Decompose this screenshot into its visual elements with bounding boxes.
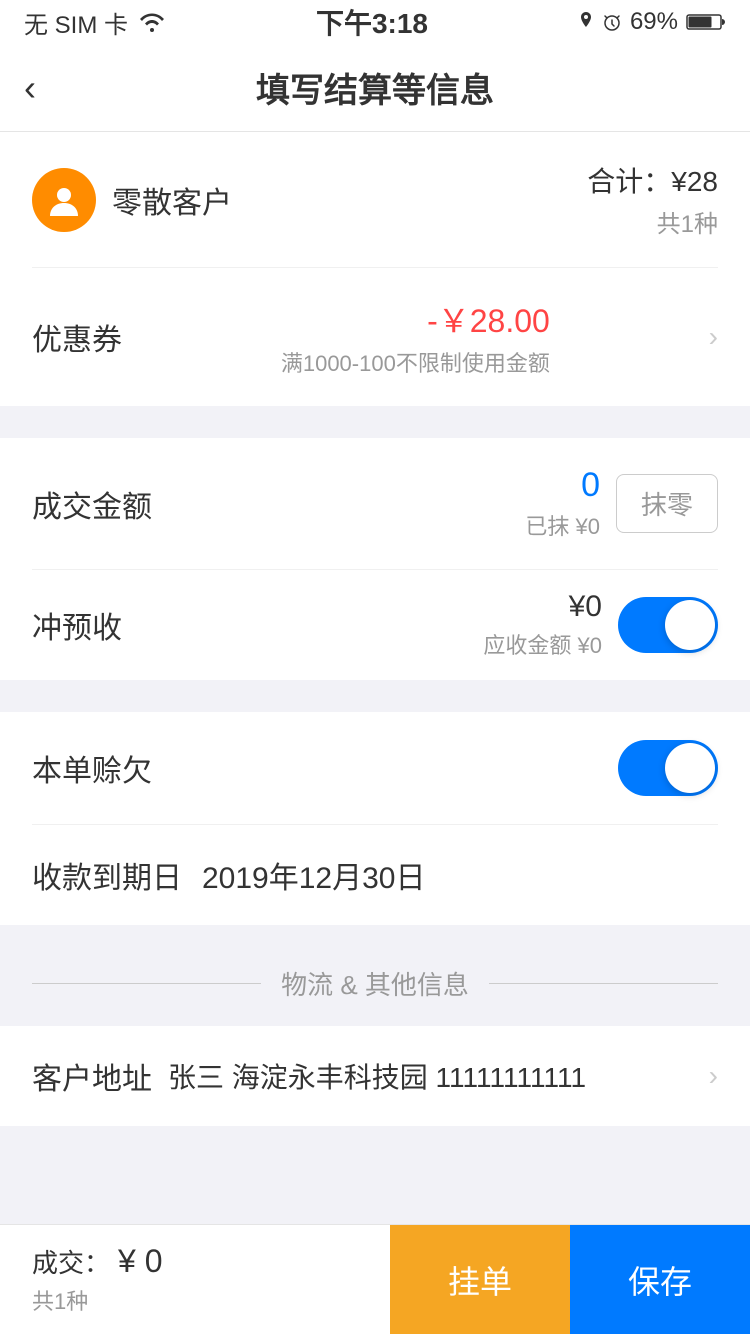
status-left: 无 SIM 卡 [24, 5, 166, 40]
bottom-deal-label: 成交： [32, 1243, 110, 1280]
battery-text: 69% [630, 8, 678, 36]
debt-label: 本单赊欠 [32, 746, 152, 790]
address-chevron-icon: › [709, 1060, 718, 1092]
address-card: 客户地址 张三 海淀永丰科技园 11111111111 › [0, 1026, 750, 1126]
status-time: 下午3:18 [316, 2, 428, 42]
prepay-row: 冲预收 ¥0 应收金额 ¥0 [0, 570, 750, 680]
bottom-bar: 成交： ¥ 0 共1种 挂单 保存 [0, 1224, 750, 1334]
prepay-main-amount: ¥0 [483, 590, 602, 624]
debt-row: 本单赊欠 [0, 712, 750, 824]
deal-amount-row: 成交金额 0 已抹 ¥0 抹零 [0, 438, 750, 569]
avatar [32, 168, 96, 232]
wifi-icon [138, 12, 166, 32]
coupon-label: 优惠券 [32, 315, 122, 359]
no-sim-text: 无 SIM 卡 [24, 5, 128, 40]
customer-total-wrap: 合计：¥28 共1种 [587, 160, 718, 239]
debt-card: 本单赊欠 收款到期日 2019年12月30日 [0, 712, 750, 925]
prepay-sub-amount: 应收金额 ¥0 [483, 628, 602, 660]
customer-card: 零散客户 合计：¥28 共1种 优惠券 -￥28.00 满1000-100不限制… [0, 132, 750, 406]
deal-amount-sub: 已抹 ¥0 [525, 509, 600, 541]
avatar-person-icon [46, 182, 82, 218]
deal-amount-card: 成交金额 0 已抹 ¥0 抹零 冲预收 ¥0 应收金额 ¥0 [0, 438, 750, 680]
deal-amount-right: 0 已抹 ¥0 抹零 [525, 466, 718, 541]
customer-count: 共1种 [587, 204, 718, 239]
prepay-toggle-knob [665, 600, 715, 650]
customer-row: 零散客户 合计：¥28 共1种 [0, 132, 750, 267]
customer-left: 零散客户 [32, 168, 232, 232]
prepay-right: ¥0 应收金额 ¥0 [483, 590, 718, 660]
coupon-amount: -￥28.00 [281, 296, 550, 342]
logistics-line-left [32, 983, 261, 984]
coupon-chevron-icon: › [709, 321, 718, 353]
round-zero-button[interactable]: 抹零 [616, 474, 718, 533]
debt-toggle[interactable] [618, 740, 718, 796]
prepay-amounts: ¥0 应收金额 ¥0 [483, 590, 602, 660]
hang-order-button[interactable]: 挂单 [390, 1225, 570, 1334]
coupon-row[interactable]: 优惠券 -￥28.00 满1000-100不限制使用金额 › [0, 268, 750, 406]
deal-amount-value[interactable]: 0 [581, 466, 600, 505]
page-title: 填写结算等信息 [256, 63, 494, 112]
address-label: 客户地址 [32, 1054, 152, 1098]
section-divider-2 [0, 696, 750, 712]
save-button[interactable]: 保存 [570, 1225, 750, 1334]
prepay-label: 冲预收 [32, 603, 122, 647]
bottom-count: 共1种 [32, 1284, 358, 1316]
due-date-value[interactable]: 2019年12月30日 [202, 853, 425, 897]
deal-amount-label: 成交金额 [32, 482, 152, 526]
status-bar: 无 SIM 卡 下午3:18 69% [0, 0, 750, 44]
coupon-description: 满1000-100不限制使用金额 [281, 346, 550, 378]
logistics-line-right [489, 983, 718, 984]
section-divider-1 [0, 422, 750, 438]
bottom-deal-row: 成交： ¥ 0 [32, 1243, 358, 1280]
due-date-label: 收款到期日 [32, 853, 182, 897]
customer-name: 零散客户 [112, 178, 232, 222]
debt-toggle-knob [665, 743, 715, 793]
status-right: 69% [578, 8, 726, 36]
content: 零散客户 合计：¥28 共1种 优惠券 -￥28.00 满1000-100不限制… [0, 132, 750, 1262]
bottom-info: 成交： ¥ 0 共1种 [0, 1243, 390, 1316]
deal-amount-input-wrap: 0 已抹 ¥0 [525, 466, 600, 541]
battery-icon [686, 12, 726, 32]
address-value: 张三 海淀永丰科技园 11111111111 [168, 1056, 693, 1096]
coupon-right: -￥28.00 满1000-100不限制使用金额 [281, 296, 550, 378]
alarm-icon [602, 12, 622, 32]
bottom-deal-amount: ¥ 0 [118, 1243, 162, 1280]
nav-bar: ‹ 填写结算等信息 [0, 44, 750, 132]
logistics-header: 物流 & 其他信息 [0, 941, 750, 1026]
back-button[interactable]: ‹ [24, 67, 36, 109]
prepay-toggle[interactable] [618, 597, 718, 653]
logistics-label: 物流 & 其他信息 [261, 965, 489, 1002]
location-icon [578, 12, 594, 32]
address-row[interactable]: 客户地址 张三 海淀永丰科技园 11111111111 › [0, 1026, 750, 1126]
customer-total: 合计：¥28 [587, 160, 718, 200]
due-date-row: 收款到期日 2019年12月30日 [0, 825, 750, 925]
